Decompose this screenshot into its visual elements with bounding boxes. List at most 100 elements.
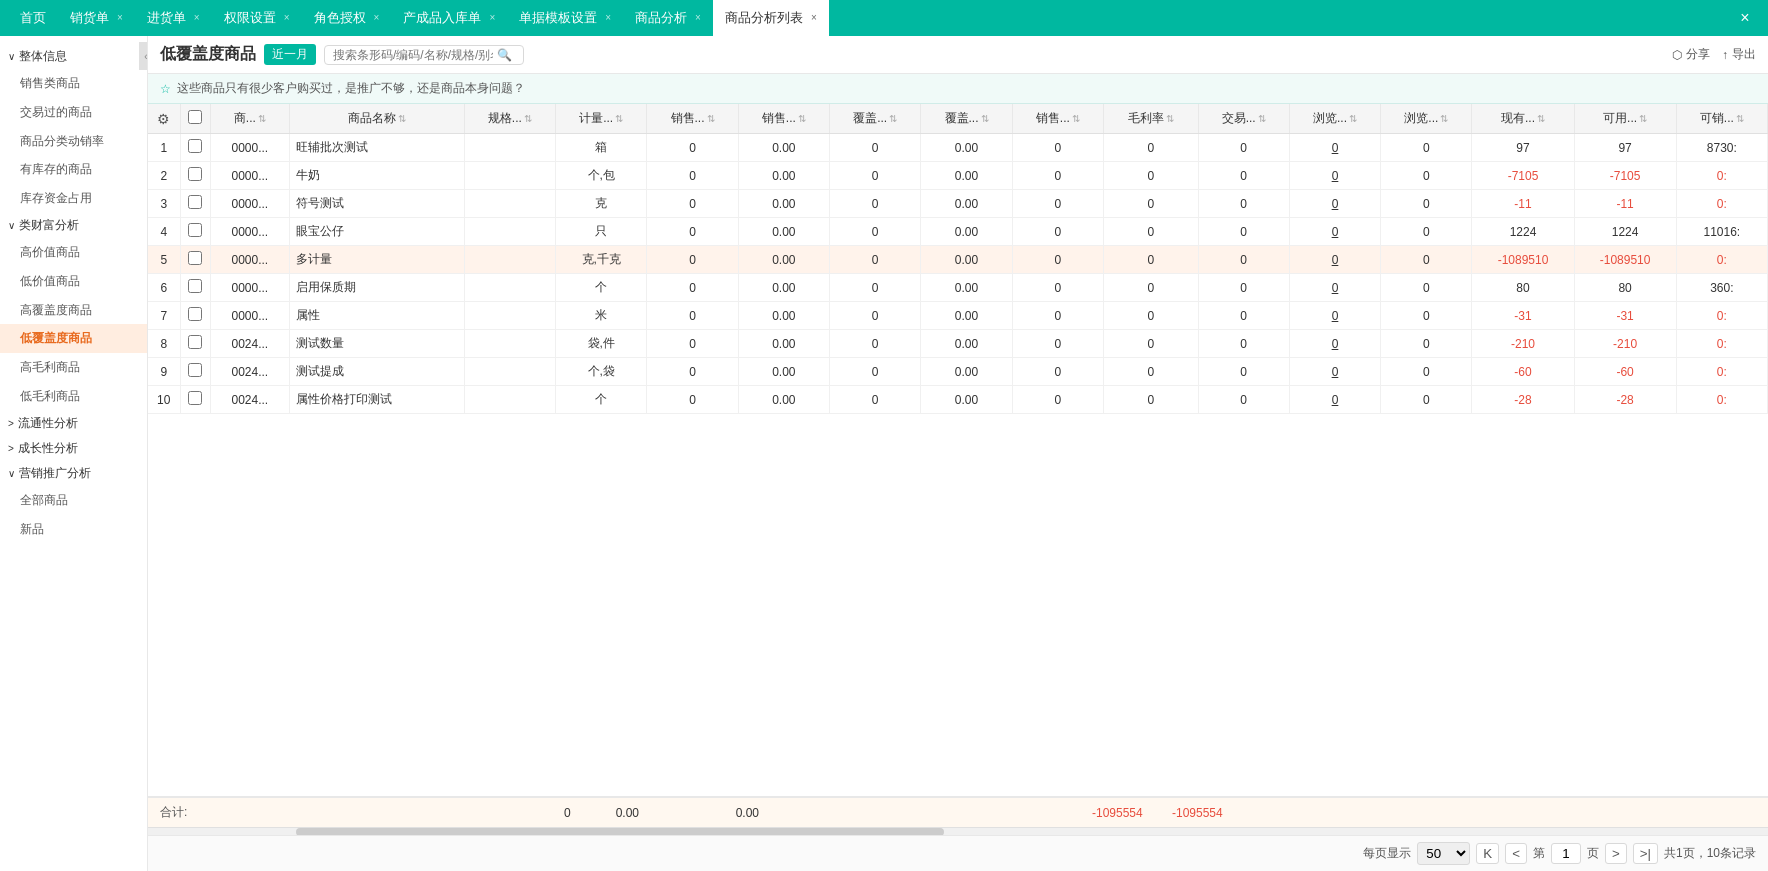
- sidebar-collapse-btn[interactable]: «: [139, 42, 148, 70]
- sidebar-item-high-margin[interactable]: 高毛利商品: [0, 353, 147, 382]
- row-browse-count[interactable]: 0: [1289, 330, 1380, 358]
- col-browse-count2[interactable]: 浏览...⇅: [1381, 104, 1472, 134]
- close-icon[interactable]: ×: [284, 0, 290, 36]
- nav-permission[interactable]: 权限设置 ×: [212, 0, 302, 36]
- row-browse-count[interactable]: 0: [1289, 190, 1380, 218]
- row-checkbox[interactable]: [180, 246, 210, 274]
- sidebar-section-growth[interactable]: > 成长性分析: [0, 436, 147, 461]
- next-page-button[interactable]: >: [1605, 843, 1627, 864]
- nav-template[interactable]: 单据模板设置 ×: [507, 0, 623, 36]
- col-browse-count[interactable]: 浏览...⇅: [1289, 104, 1380, 134]
- nav-purchase[interactable]: 进货单 ×: [135, 0, 212, 36]
- row-select-checkbox[interactable]: [188, 335, 202, 349]
- sidebar-item-traded-goods[interactable]: 交易过的商品: [0, 98, 147, 127]
- col-trade-count[interactable]: 交易...⇅: [1198, 104, 1289, 134]
- row-select-checkbox[interactable]: [188, 307, 202, 321]
- close-icon[interactable]: ×: [811, 0, 817, 36]
- row-checkbox[interactable]: [180, 134, 210, 162]
- col-spec[interactable]: 规格...⇅: [464, 104, 555, 134]
- share-button[interactable]: ⬡ 分享: [1672, 46, 1710, 63]
- sidebar-item-inventory-capital[interactable]: 库存资金占用: [0, 184, 147, 213]
- gear-icon[interactable]: ⚙: [157, 111, 170, 127]
- row-select-checkbox[interactable]: [188, 167, 202, 181]
- row-select-checkbox[interactable]: [188, 251, 202, 265]
- col-gear[interactable]: ⚙: [148, 104, 180, 134]
- col-name[interactable]: 商品名称⇅: [290, 104, 465, 134]
- row-select-checkbox[interactable]: [188, 363, 202, 377]
- prev-page-button[interactable]: <: [1505, 843, 1527, 864]
- row-select-checkbox[interactable]: [188, 139, 202, 153]
- row-checkbox[interactable]: [180, 386, 210, 414]
- row-checkbox[interactable]: [180, 302, 210, 330]
- row-browse-count[interactable]: 0: [1289, 162, 1380, 190]
- search-icon[interactable]: 🔍: [497, 48, 512, 62]
- col-sales-qty[interactable]: 销售...⇅: [647, 104, 738, 134]
- col-current-stock[interactable]: 现有...⇅: [1472, 104, 1574, 134]
- export-button[interactable]: ↑ 导出: [1722, 46, 1756, 63]
- first-page-button[interactable]: K: [1476, 843, 1499, 864]
- col-saleable-stock[interactable]: 可销...⇅: [1676, 104, 1767, 134]
- last-page-button[interactable]: >|: [1633, 843, 1658, 864]
- row-select-checkbox[interactable]: [188, 391, 202, 405]
- close-icon[interactable]: ×: [695, 0, 701, 36]
- row-checkbox[interactable]: [180, 190, 210, 218]
- window-close-button[interactable]: ×: [1730, 0, 1760, 36]
- sidebar-item-low-coverage[interactable]: 低覆盖度商品: [0, 324, 147, 353]
- row-checkbox[interactable]: [180, 330, 210, 358]
- row-cover-qty: 0: [830, 302, 921, 330]
- row-checkbox[interactable]: [180, 162, 210, 190]
- row-browse-count[interactable]: 0: [1289, 358, 1380, 386]
- row-browse-count[interactable]: 0: [1289, 274, 1380, 302]
- col-gross-rate[interactable]: 毛利率⇅: [1104, 104, 1199, 134]
- close-icon[interactable]: ×: [374, 0, 380, 36]
- col-sales-count[interactable]: 销售...⇅: [1012, 104, 1103, 134]
- sidebar-item-new-goods[interactable]: 新品: [0, 515, 147, 544]
- row-browse-count[interactable]: 0: [1289, 134, 1380, 162]
- select-all-checkbox[interactable]: [188, 110, 202, 124]
- sidebar-section-flow[interactable]: > 流通性分析: [0, 411, 147, 436]
- col-code[interactable]: 商...⇅: [210, 104, 290, 134]
- sidebar-item-low-value[interactable]: 低价值商品: [0, 267, 147, 296]
- sidebar-item-sales-goods[interactable]: 销售类商品: [0, 69, 147, 98]
- row-browse-count[interactable]: 0: [1289, 246, 1380, 274]
- col-cover-amt[interactable]: 覆盖...⇅: [921, 104, 1012, 134]
- nav-sales-order[interactable]: 销货单 ×: [58, 0, 135, 36]
- nav-role[interactable]: 角色授权 ×: [302, 0, 392, 36]
- row-spec: [464, 134, 555, 162]
- row-select-checkbox[interactable]: [188, 279, 202, 293]
- nav-product-stock[interactable]: 产成品入库单 ×: [391, 0, 507, 36]
- sidebar-section-marketing[interactable]: ∨ 营销推广分析: [0, 461, 147, 486]
- col-cover-qty[interactable]: 覆盖...⇅: [830, 104, 921, 134]
- close-icon[interactable]: ×: [605, 0, 611, 36]
- page-input[interactable]: [1551, 843, 1581, 864]
- sidebar-item-all-goods[interactable]: 全部商品: [0, 486, 147, 515]
- nav-home[interactable]: 首页: [8, 0, 58, 36]
- nav-goods-analysis[interactable]: 商品分析 ×: [623, 0, 713, 36]
- row-select-checkbox[interactable]: [188, 223, 202, 237]
- close-icon[interactable]: ×: [489, 0, 495, 36]
- sidebar-item-stocked-goods[interactable]: 有库存的商品: [0, 155, 147, 184]
- sidebar-section-wealth[interactable]: ∨ 类财富分析: [0, 213, 147, 238]
- sidebar-item-category-rate[interactable]: 商品分类动销率: [0, 127, 147, 156]
- row-browse-count[interactable]: 0: [1289, 302, 1380, 330]
- sidebar-section-overall[interactable]: ∨ 整体信息: [0, 44, 147, 69]
- row-checkbox[interactable]: [180, 218, 210, 246]
- row-checkbox[interactable]: [180, 358, 210, 386]
- col-unit[interactable]: 计量...⇅: [556, 104, 647, 134]
- search-input[interactable]: [333, 48, 493, 62]
- period-button[interactable]: 近一月: [264, 44, 316, 65]
- close-icon[interactable]: ×: [194, 0, 200, 36]
- page-size-select[interactable]: 50 20 100: [1417, 842, 1470, 865]
- col-sales-amt[interactable]: 销售...⇅: [738, 104, 829, 134]
- row-checkbox[interactable]: [180, 274, 210, 302]
- close-icon[interactable]: ×: [117, 0, 123, 36]
- sidebar-item-high-value[interactable]: 高价值商品: [0, 238, 147, 267]
- nav-goods-analysis-list[interactable]: 商品分析列表 ×: [713, 0, 829, 36]
- row-browse-count[interactable]: 0: [1289, 218, 1380, 246]
- table-row: 3 0000... 符号测试 克 0 0.00 0 0.00 0 0 0 0 0…: [148, 190, 1768, 218]
- sidebar-item-low-margin[interactable]: 低毛利商品: [0, 382, 147, 411]
- row-select-checkbox[interactable]: [188, 195, 202, 209]
- row-browse-count[interactable]: 0: [1289, 386, 1380, 414]
- col-avail-stock[interactable]: 可用...⇅: [1574, 104, 1676, 134]
- sidebar-item-high-coverage[interactable]: 高覆盖度商品: [0, 296, 147, 325]
